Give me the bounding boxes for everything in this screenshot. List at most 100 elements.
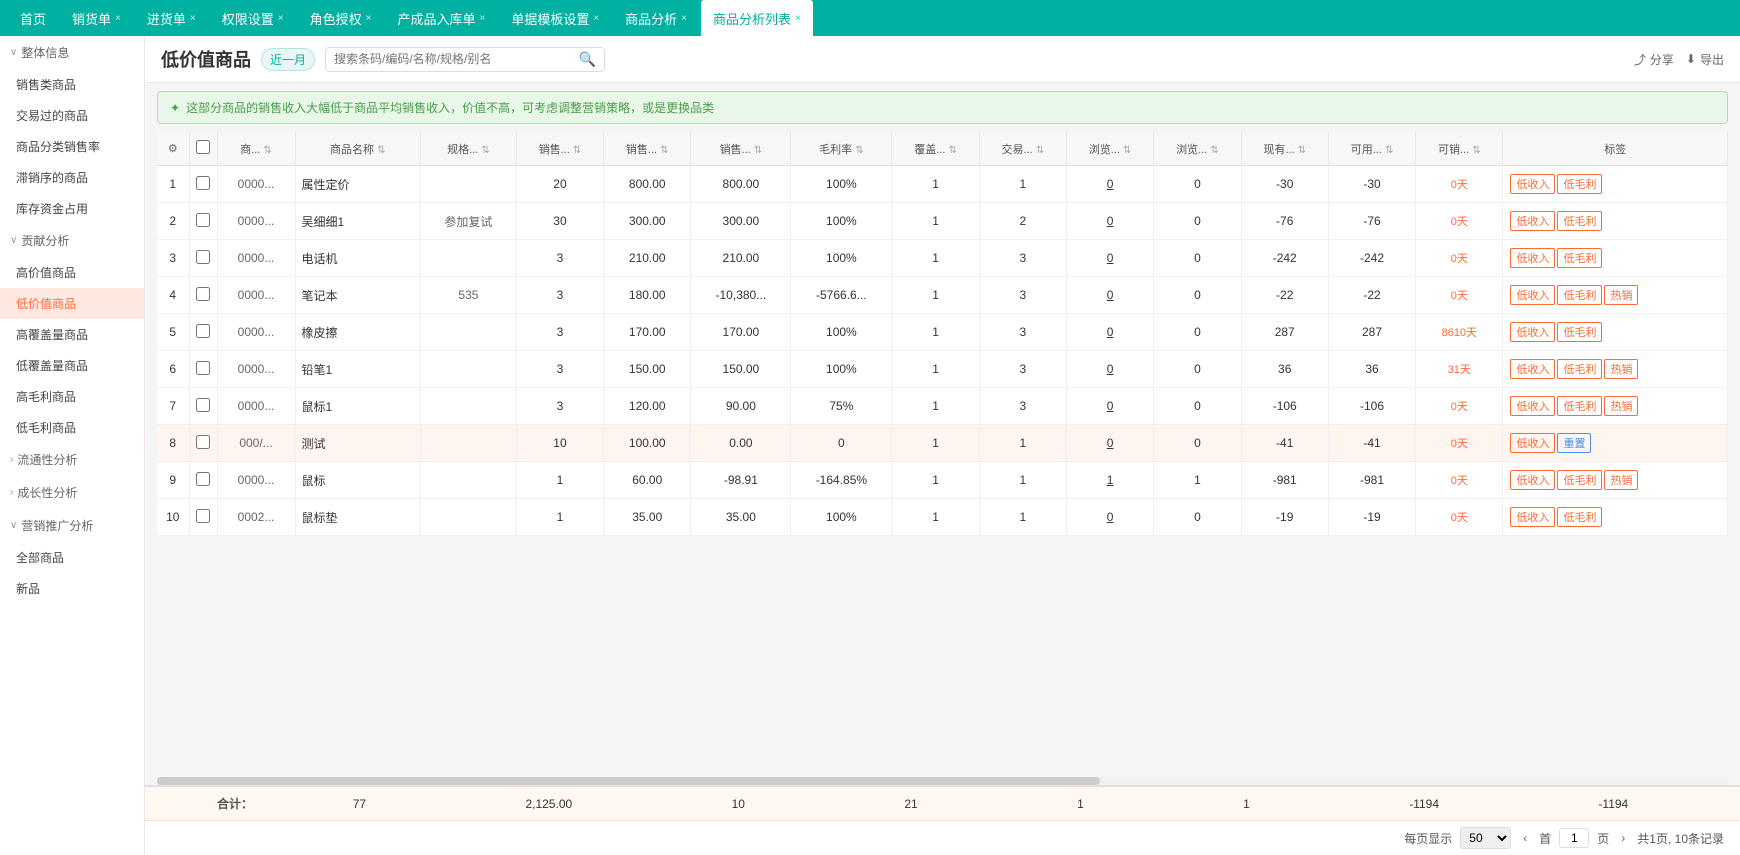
row-checkbox[interactable]	[196, 398, 210, 412]
row-checkbox[interactable]	[196, 509, 210, 523]
browse-link[interactable]: 0	[1107, 288, 1114, 302]
sidebar-item-low-margin[interactable]: 低毛利商品	[0, 412, 144, 443]
td-s2: 800.00	[604, 166, 691, 203]
nav-close-icon[interactable]: ×	[593, 13, 599, 24]
sidebar-group-growth[interactable]: › 成长性分析	[0, 476, 144, 509]
browse-link[interactable]: 0	[1107, 251, 1114, 265]
nav-role-auth[interactable]: 角色授权 ×	[298, 0, 384, 36]
sidebar-item-category-sales[interactable]: 商品分类销售率	[0, 131, 144, 162]
nav-product-analysis[interactable]: 商品分析 ×	[613, 0, 699, 36]
date-filter-badge[interactable]: 近一月	[261, 48, 315, 71]
next-page-btn[interactable]: ›	[1617, 829, 1629, 847]
th-s1[interactable]: 销售... ⇅	[516, 132, 603, 166]
row-checkbox[interactable]	[196, 435, 210, 449]
browse-link[interactable]: 0	[1107, 510, 1114, 524]
sidebar-item-low-coverage[interactable]: 低覆盖量商品	[0, 350, 144, 381]
first-page-btn[interactable]: ‹	[1519, 829, 1531, 847]
sidebar-item-sales-products[interactable]: 销售类商品	[0, 69, 144, 100]
sidebar-group-overall[interactable]: ∨ 整体信息	[0, 36, 144, 69]
th-avail[interactable]: 可用... ⇅	[1328, 132, 1415, 166]
row-checkbox[interactable]	[196, 287, 210, 301]
nav-home[interactable]: 首页	[8, 0, 58, 36]
th-gross[interactable]: 毛利率 ⇅	[791, 132, 892, 166]
browse-link[interactable]: 1	[1107, 473, 1114, 487]
scrollbar-thumb[interactable]	[157, 777, 1100, 785]
th-code[interactable]: 商... ⇅	[217, 132, 295, 166]
nav-close-icon[interactable]: ×	[795, 13, 801, 24]
nav-close-icon[interactable]: ×	[479, 13, 485, 24]
td-days: 0天	[1416, 499, 1503, 536]
th-coverage[interactable]: 覆盖... ⇅	[892, 132, 979, 166]
td-code: 0000...	[217, 166, 295, 203]
per-page-select[interactable]: 50 100 200	[1460, 827, 1511, 849]
browse-link[interactable]: 0	[1107, 436, 1114, 450]
row-checkbox[interactable]	[196, 250, 210, 264]
th-name[interactable]: 商品名称 ⇅	[295, 132, 421, 166]
nav-product-warehouse[interactable]: 产成品入库单 ×	[385, 0, 497, 36]
row-checkbox[interactable]	[196, 324, 210, 338]
browse-link[interactable]: 0	[1107, 362, 1114, 376]
select-all-checkbox[interactable]	[196, 140, 210, 154]
sidebar-item-new-products[interactable]: 新品	[0, 573, 144, 604]
td-gross: 0	[791, 425, 892, 462]
th-tags[interactable]: 标签	[1503, 132, 1728, 166]
th-browse1[interactable]: 浏览... ⇅	[1066, 132, 1153, 166]
row-checkbox[interactable]	[196, 213, 210, 227]
nav-close-icon[interactable]: ×	[366, 13, 372, 24]
th-gear[interactable]: ⚙	[157, 132, 189, 166]
row-checkbox[interactable]	[196, 361, 210, 375]
nav-permission[interactable]: 权限设置 ×	[210, 0, 296, 36]
sidebar-item-traded-products[interactable]: 交易过的商品	[0, 100, 144, 131]
td-trade: 2	[979, 203, 1066, 240]
tag-label: 低毛利	[1557, 211, 1602, 231]
sidebar-item-inventory-funds[interactable]: 库存资金占用	[0, 193, 144, 224]
sidebar-item-all-products[interactable]: 全部商品	[0, 542, 144, 573]
td-browse2: 0	[1154, 499, 1241, 536]
td-browse1: 0	[1066, 240, 1153, 277]
share-button[interactable]: ⤴ 分享	[1634, 51, 1674, 68]
browse-link[interactable]: 0	[1107, 214, 1114, 228]
search-icon[interactable]: 🔍	[579, 51, 596, 68]
sidebar-item-high-coverage[interactable]: 高覆盖量商品	[0, 319, 144, 350]
nav-product-analysis-list[interactable]: 商品分析列表 ×	[701, 0, 813, 36]
th-s2[interactable]: 销售... ⇅	[604, 132, 691, 166]
th-s3[interactable]: 销售... ⇅	[691, 132, 791, 166]
horizontal-scrollbar[interactable]	[157, 777, 1728, 785]
sidebar-group-contribution[interactable]: ∨ 贡献分析	[0, 224, 144, 257]
nav-sales-order[interactable]: 销货单 ×	[60, 0, 133, 36]
nav-purchase-order[interactable]: 进货单 ×	[135, 0, 208, 36]
th-browse2[interactable]: 浏览... ⇅	[1154, 132, 1241, 166]
td-cov: 1	[892, 166, 979, 203]
tag-label: 低收入	[1510, 396, 1555, 416]
sidebar-group-marketing[interactable]: ∨ 营销推广分析	[0, 509, 144, 542]
sidebar-item-slow-moving[interactable]: 滞销序的商品	[0, 162, 144, 193]
sidebar-item-high-value[interactable]: 高价值商品	[0, 257, 144, 288]
th-spec[interactable]: 规格... ⇅	[421, 132, 517, 166]
browse-link[interactable]: 0	[1107, 399, 1114, 413]
export-button[interactable]: ⬇ 导出	[1686, 51, 1724, 68]
tag-label: 低收入	[1510, 359, 1555, 379]
sidebar-item-high-margin[interactable]: 高毛利商品	[0, 381, 144, 412]
th-sellable[interactable]: 可销... ⇅	[1416, 132, 1503, 166]
nav-template-settings[interactable]: 单据模板设置 ×	[499, 0, 611, 36]
tag-label: 低收入	[1510, 433, 1555, 453]
th-trade[interactable]: 交易... ⇅	[979, 132, 1066, 166]
header-right-actions: ⤴ 分享 ⬇ 导出	[1634, 51, 1724, 68]
sidebar-item-low-value[interactable]: 低价值商品	[0, 288, 144, 319]
total-stock: -1194	[1409, 797, 1439, 811]
browse-link[interactable]: 0	[1107, 177, 1114, 191]
td-code: 0000...	[217, 462, 295, 499]
nav-close-icon[interactable]: ×	[681, 13, 687, 24]
sidebar-group-liquidity[interactable]: › 流通性分析	[0, 443, 144, 476]
page-number-input[interactable]	[1559, 828, 1589, 848]
th-stock[interactable]: 现有... ⇅	[1241, 132, 1328, 166]
row-checkbox[interactable]	[196, 176, 210, 190]
browse-link[interactable]: 0	[1107, 325, 1114, 339]
nav-close-icon[interactable]: ×	[190, 13, 196, 24]
nav-close-icon[interactable]: ×	[115, 13, 121, 24]
nav-close-icon[interactable]: ×	[278, 13, 284, 24]
search-input[interactable]	[334, 52, 579, 66]
row-checkbox[interactable]	[196, 472, 210, 486]
column-settings-icon[interactable]: ⚙	[168, 143, 178, 155]
search-box: 🔍	[325, 47, 605, 72]
